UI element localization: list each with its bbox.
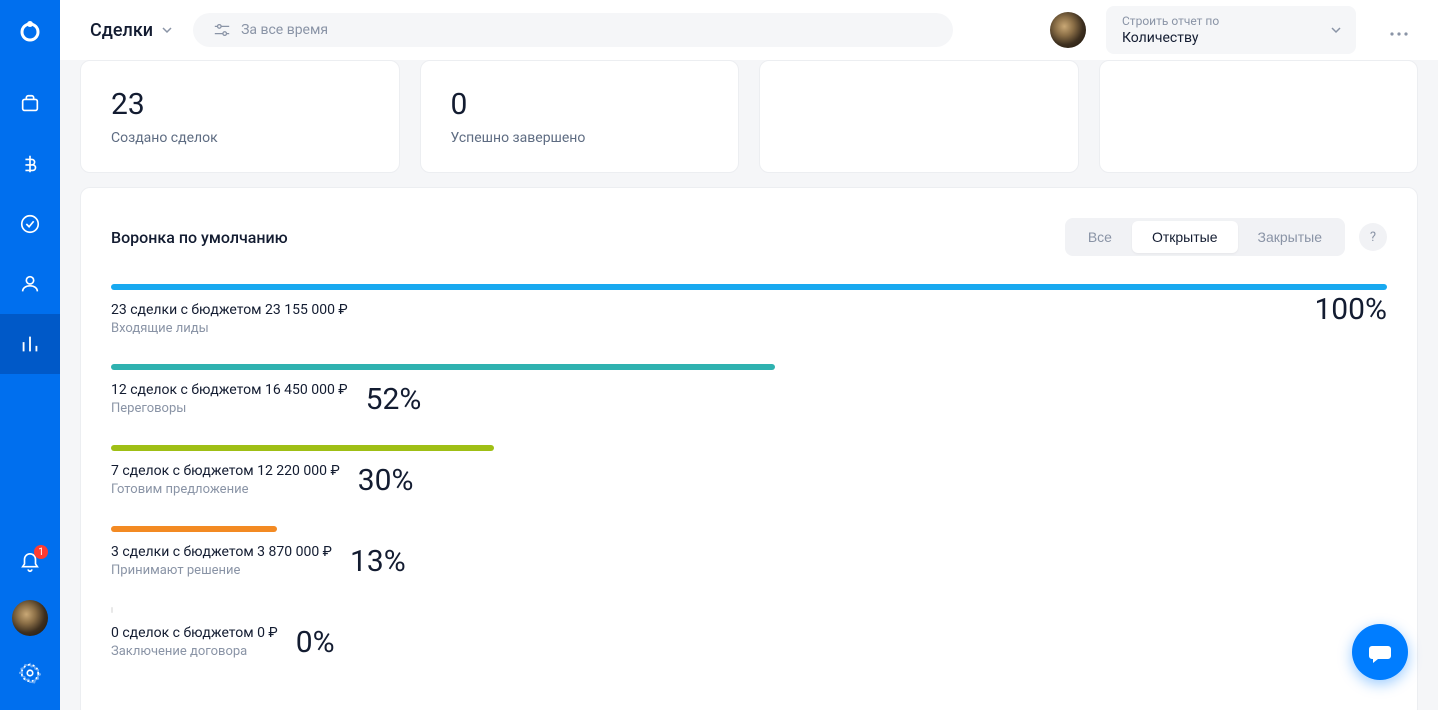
- funnel-stage-name: Переговоры: [111, 401, 348, 416]
- help-button[interactable]: ?: [1359, 223, 1387, 251]
- sidebar-item-notifications[interactable]: 1: [0, 535, 60, 590]
- chat-button[interactable]: [1352, 624, 1408, 680]
- tab-closed[interactable]: Закрытые: [1238, 221, 1342, 253]
- funnel-deals-text: 0 сделок с бюджетом 0 ₽: [111, 625, 278, 641]
- funnel-tabs: Все Открытые Закрытые: [1065, 218, 1345, 256]
- funnel-percent: 30%: [358, 463, 414, 498]
- header-avatar[interactable]: [1050, 12, 1086, 48]
- funnel-deals-text: 12 сделок с бюджетом 16 450 000 ₽: [111, 382, 348, 398]
- summary-card-created[interactable]: 23 Создано сделок: [80, 60, 400, 173]
- sidebar-item-finance[interactable]: [0, 134, 60, 194]
- funnel-stage-name: Заключение договора: [111, 644, 278, 659]
- sidebar-item-tasks[interactable]: [0, 194, 60, 254]
- funnel-deals-text: 3 сделки с бюджетом 3 870 000 ₽: [111, 544, 332, 560]
- card-label: Создано сделок: [111, 130, 369, 146]
- main: Сделки За все время Строить отчет по Кол…: [60, 0, 1438, 710]
- card-label: Успешно завершено: [451, 130, 709, 146]
- funnel-stages: 23 сделки с бюджетом 23 155 000 ₽ Входящи…: [111, 284, 1387, 660]
- sidebar-item-deals[interactable]: [0, 74, 60, 134]
- funnel-deals-text: 23 сделки с бюджетом 23 155 000 ₽: [111, 302, 348, 318]
- report-label: Строить отчет по: [1122, 14, 1340, 28]
- page-title: Сделки: [90, 20, 153, 41]
- content: 23 Создано сделок 0 Успешно завершено Во…: [60, 60, 1438, 710]
- report-by-dropdown[interactable]: Строить отчет по Количеству: [1106, 6, 1356, 54]
- sidebar: 1: [0, 0, 60, 710]
- chevron-down-icon: [1330, 24, 1342, 36]
- card-value: 23: [111, 87, 369, 122]
- tab-open[interactable]: Открытые: [1132, 221, 1238, 253]
- header: Сделки За все время Строить отчет по Кол…: [60, 0, 1438, 60]
- funnel-title: Воронка по умолчанию: [111, 228, 288, 247]
- card-value: 0: [451, 87, 709, 122]
- chat-icon: [1366, 638, 1394, 666]
- funnel-percent: 13%: [350, 544, 406, 579]
- report-value: Количеству: [1122, 30, 1340, 46]
- funnel-percent: 0%: [296, 625, 335, 660]
- sidebar-item-contacts[interactable]: [0, 254, 60, 314]
- funnel-stage[interactable]: 3 сделки с бюджетом 3 870 000 ₽ Принимают…: [111, 526, 1387, 579]
- page-title-dropdown[interactable]: Сделки: [90, 20, 173, 41]
- sidebar-item-analytics[interactable]: [0, 314, 60, 374]
- funnel-stage-name: Входящие лиды: [111, 321, 348, 336]
- chevron-down-icon: [161, 24, 173, 36]
- funnel-panel: Воронка по умолчанию Все Открытые Закрыт…: [80, 187, 1418, 710]
- funnel-bar: [111, 526, 277, 532]
- tab-all[interactable]: Все: [1068, 221, 1132, 253]
- sidebar-item-settings[interactable]: [0, 645, 60, 700]
- funnel-percent: 100%: [1314, 292, 1387, 327]
- funnel-bar: [111, 607, 113, 613]
- funnel-bar: [111, 284, 1387, 290]
- funnel-stage-name: Готовим предложение: [111, 482, 340, 497]
- more-menu[interactable]: [1390, 21, 1408, 40]
- filter-icon: [213, 21, 231, 39]
- summary-card-empty-1[interactable]: [759, 60, 1079, 173]
- avatar: [12, 600, 48, 636]
- dots-icon: [1390, 32, 1408, 36]
- sidebar-item-profile[interactable]: [0, 590, 60, 645]
- time-filter[interactable]: За все время: [193, 13, 953, 47]
- funnel-deals-text: 7 сделок с бюджетом 12 220 000 ₽: [111, 463, 340, 479]
- summary-card-completed[interactable]: 0 Успешно завершено: [420, 60, 740, 173]
- funnel-bar: [111, 445, 494, 451]
- summary-card-empty-2[interactable]: [1099, 60, 1419, 173]
- summary-row: 23 Создано сделок 0 Успешно завершено: [80, 60, 1418, 173]
- funnel-bar: [111, 364, 775, 370]
- funnel-stage-name: Принимают решение: [111, 563, 332, 578]
- notification-badge: 1: [34, 545, 48, 559]
- app-logo[interactable]: [18, 20, 42, 44]
- funnel-percent: 52%: [366, 382, 422, 417]
- funnel-stage[interactable]: 12 сделок с бюджетом 16 450 000 ₽ Перегов…: [111, 364, 1387, 417]
- funnel-stage[interactable]: 0 сделок с бюджетом 0 ₽ Заключение догово…: [111, 607, 1387, 660]
- funnel-stage[interactable]: 23 сделки с бюджетом 23 155 000 ₽ Входящи…: [111, 284, 1387, 336]
- funnel-stage[interactable]: 7 сделок с бюджетом 12 220 000 ₽ Готовим …: [111, 445, 1387, 498]
- filter-label: За все время: [241, 22, 328, 38]
